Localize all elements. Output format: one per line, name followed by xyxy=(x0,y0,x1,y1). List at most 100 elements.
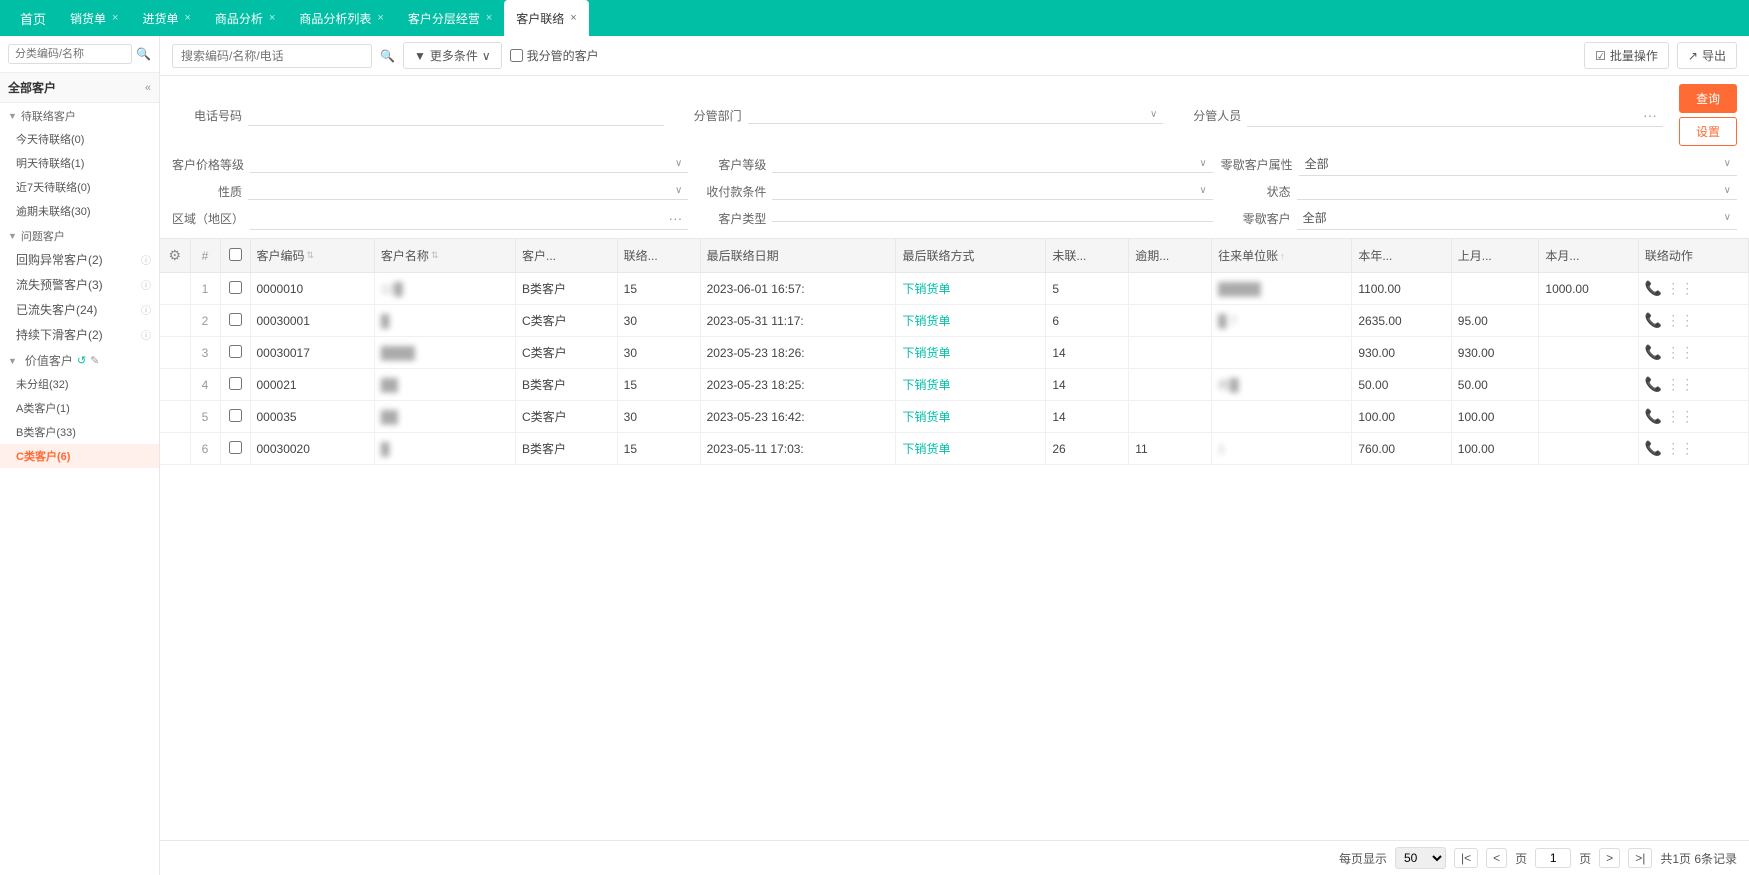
row-check[interactable] xyxy=(220,369,250,401)
phone-action-icon[interactable]: 📞 xyxy=(1645,312,1662,329)
nav-analysis[interactable]: 商品分析 × xyxy=(203,0,287,36)
close-customer-tier-icon[interactable]: × xyxy=(486,12,492,24)
contact-method-link[interactable]: 下销货单 xyxy=(902,378,950,392)
edit-icon[interactable]: ✎ xyxy=(90,354,99,367)
first-page-btn[interactable]: |< xyxy=(1454,848,1478,868)
value-level-select[interactable]: ∨ xyxy=(250,155,688,173)
refresh-icon[interactable]: ↺ xyxy=(77,354,86,367)
phone-action-icon[interactable]: 📞 xyxy=(1645,344,1662,361)
nav-purchase[interactable]: 进货单 × xyxy=(130,0,202,36)
export-btn[interactable]: ↗ 导出 xyxy=(1677,42,1737,69)
sidebar-item-tomorrow[interactable]: 明天待联络(1) xyxy=(0,151,159,175)
row-date: 2023-06-01 16:57: xyxy=(700,273,896,305)
manager-select[interactable]: ··· xyxy=(1247,104,1663,127)
dept-select[interactable]: ∨ xyxy=(748,106,1164,124)
more-action-icon[interactable]: ⋮⋮ xyxy=(1666,344,1694,361)
customer-level-select[interactable]: ∨ xyxy=(772,155,1212,173)
select-all-checkbox[interactable] xyxy=(229,248,242,261)
more-action-icon[interactable]: ⋮⋮ xyxy=(1666,440,1694,457)
nav-home[interactable]: 首页 xyxy=(8,0,58,36)
more-action-icon[interactable]: ⋮⋮ xyxy=(1666,376,1694,393)
row-overdue xyxy=(1129,305,1212,337)
contact-method-link[interactable]: 下销货单 xyxy=(902,314,950,328)
phone-action-icon[interactable]: 📞 xyxy=(1645,408,1662,425)
my-customers-checkbox-label[interactable]: 我分管的客户 xyxy=(510,47,599,64)
close-purchase-icon[interactable]: × xyxy=(184,12,190,24)
payment-select[interactable]: ∨ xyxy=(772,182,1212,200)
sidebar-item-churned[interactable]: 已流失客户(24) ⓘ xyxy=(0,297,159,322)
toolbar-search-icon[interactable]: 🔍 xyxy=(380,49,395,63)
more-conditions-btn[interactable]: ▼ 更多条件 ∨ xyxy=(403,42,502,69)
row-num: 3 xyxy=(190,337,220,369)
retail-attr-arrow-icon: ∨ xyxy=(1724,158,1731,169)
sidebar-search-icon[interactable]: 🔍 xyxy=(136,47,151,61)
row-check[interactable] xyxy=(220,433,250,465)
region-select[interactable]: ··· xyxy=(250,207,688,230)
contact-method-link[interactable]: 下销货单 xyxy=(902,410,950,424)
row-check[interactable] xyxy=(220,337,250,369)
last-page-btn[interactable]: >| xyxy=(1628,848,1652,868)
sort-icon[interactable]: ⇅ xyxy=(307,250,315,261)
more-action-icon[interactable]: ⋮⋮ xyxy=(1666,280,1694,297)
close-customer-contact-icon[interactable]: × xyxy=(570,12,576,24)
row-code: 000035 xyxy=(250,401,374,433)
sidebar-search-input[interactable] xyxy=(8,44,132,64)
row-actions: 📞 ⋮⋮ xyxy=(1638,433,1748,465)
phone-input[interactable] xyxy=(248,105,664,126)
contact-method-link[interactable]: 下销货单 xyxy=(902,442,950,456)
sort-name-icon[interactable]: ⇅ xyxy=(431,250,439,261)
close-sales-icon[interactable]: × xyxy=(112,12,118,24)
settings-btn[interactable]: 设置 xyxy=(1679,117,1737,146)
retail-customer-select[interactable]: 全部 ∨ xyxy=(1297,206,1737,230)
contact-method-link[interactable]: 下销货单 xyxy=(902,282,950,296)
close-analysis-table-icon[interactable]: × xyxy=(377,12,383,24)
contact-method-link[interactable]: 下销货单 xyxy=(902,346,950,360)
row-check[interactable] xyxy=(220,401,250,433)
sort-history-icon[interactable]: ↑ xyxy=(1280,251,1285,261)
more-action-icon[interactable]: ⋮⋮ xyxy=(1666,312,1694,329)
row-check[interactable] xyxy=(220,305,250,337)
more-action-icon[interactable]: ⋮⋮ xyxy=(1666,408,1694,425)
phone-action-icon[interactable]: 📞 xyxy=(1645,376,1662,393)
close-analysis-icon[interactable]: × xyxy=(269,12,275,24)
my-customers-checkbox[interactable] xyxy=(510,49,523,62)
row-method: 下销货单 xyxy=(896,337,1046,369)
filter-manager: 分管人员 ··· xyxy=(1171,104,1663,127)
row-check[interactable] xyxy=(220,273,250,305)
sidebar-item-declining[interactable]: 持续下滑客户(2) ⓘ xyxy=(0,322,159,347)
per-page-select[interactable]: 50 100 200 xyxy=(1395,847,1446,869)
nav-sales[interactable]: 销货单 × xyxy=(58,0,130,36)
batch-ops-btn[interactable]: ☑ 批量操作 xyxy=(1584,42,1669,69)
page-input[interactable] xyxy=(1535,848,1571,868)
sidebar-collapse-icon[interactable]: « xyxy=(145,82,151,94)
nav-analysis-table[interactable]: 商品分析列表 × xyxy=(287,0,395,36)
retail-attr-select[interactable]: 全部 ∨ xyxy=(1299,152,1737,176)
sidebar-item-overdue[interactable]: 逾期未联络(30) xyxy=(0,199,159,223)
query-btn[interactable]: 查询 xyxy=(1679,84,1737,113)
search-input[interactable] xyxy=(172,44,372,68)
manager-label: 分管人员 xyxy=(1171,107,1241,124)
sidebar-item-class-b[interactable]: B类客户(33) xyxy=(0,420,159,444)
phone-action-icon[interactable]: 📞 xyxy=(1645,280,1662,297)
nav-customer-contact[interactable]: 客户联络 × xyxy=(504,0,588,36)
sidebar-item-abnormal-repurchase[interactable]: 回购异常客户(2) ⓘ xyxy=(0,247,159,272)
settings-gear-icon[interactable]: ⚙ xyxy=(168,247,181,263)
manager-dots-icon[interactable]: ··· xyxy=(1643,107,1657,123)
prev-page-btn[interactable]: < xyxy=(1486,848,1507,868)
customer-type-select[interactable] xyxy=(772,215,1212,222)
phone-action-icon[interactable]: 📞 xyxy=(1645,440,1662,457)
nature-select[interactable]: ∨ xyxy=(248,182,688,200)
sidebar-item-unclassified[interactable]: 未分组(32) xyxy=(0,372,159,396)
sidebar-item-churn-warning[interactable]: 流失预警客户(3) ⓘ xyxy=(0,272,159,297)
next-page-btn[interactable]: > xyxy=(1599,848,1620,868)
nav-customer-tier[interactable]: 客户分层经营 × xyxy=(396,0,504,36)
sidebar-item-class-a[interactable]: A类客户(1) xyxy=(0,396,159,420)
sidebar-item-7days[interactable]: 近7天待联络(0) xyxy=(0,175,159,199)
status-select[interactable]: ∨ xyxy=(1297,182,1737,200)
info-icon-4: ⓘ xyxy=(141,327,151,342)
col-gear-header[interactable]: ⚙ xyxy=(160,239,190,273)
region-dots-icon[interactable]: ··· xyxy=(668,210,682,226)
sidebar-item-class-c[interactable]: C类客户(6) xyxy=(0,444,159,468)
sidebar-item-today[interactable]: 今天待联络(0) xyxy=(0,127,159,151)
sidebar-all-customers-header[interactable]: 全部客户 « xyxy=(0,73,159,103)
